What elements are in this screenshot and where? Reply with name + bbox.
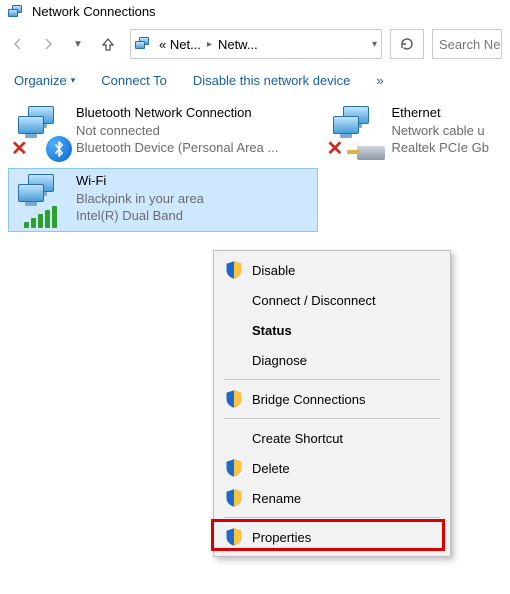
disable-device-button[interactable]: Disable this network device [193,73,351,88]
nav-forward-button[interactable] [34,30,62,58]
menu-separator [224,418,440,419]
organize-menu[interactable]: Organize ▾ [14,73,75,88]
nav-up-button[interactable] [94,30,122,58]
connection-item-ethernet[interactable]: ✕ Ethernet Network cable u Realtek PCIe … [323,100,502,164]
menu-delete[interactable]: Delete [216,453,448,483]
menu-bridge-connections[interactable]: Bridge Connections [216,384,448,414]
shield-icon [224,261,244,279]
menu-separator [224,379,440,380]
shield-icon [224,459,244,477]
address-bar[interactable]: « Net... ▸ Netw... ▾ [130,29,382,59]
chevron-down-icon[interactable]: ▾ [372,39,377,50]
command-bar: Organize ▾ Connect To Disable this netwo… [0,67,510,96]
menu-create-shortcut[interactable]: Create Shortcut [216,423,448,453]
connection-item-bluetooth[interactable]: ✕ Bluetooth Network Connection Not conne… [8,100,315,164]
menu-status[interactable]: Status [216,315,448,345]
navbar: ▼ « Net... ▸ Netw... ▾ Search Ne [0,21,510,67]
ethernet-plug-icon [357,146,385,160]
shield-icon [224,390,244,408]
window-title: Network Connections [32,4,156,19]
menu-diagnose[interactable]: Diagnose [216,345,448,375]
connection-name: Bluetooth Network Connection [76,104,278,122]
context-menu: Disable Connect / Disconnect Status Diag… [213,250,451,557]
connect-to-button[interactable]: Connect To [101,73,167,88]
address-icon [135,37,153,51]
connection-status: Not connected [76,122,278,140]
network-connections-icon [8,5,26,19]
nav-recent-button[interactable]: ▼ [64,30,92,58]
ethernet-network-icon: ✕ [329,104,385,160]
connection-device: Intel(R) Dual Band [76,207,204,225]
shield-icon [224,528,244,546]
connection-name: Wi-Fi [76,172,204,190]
connection-name: Ethernet [391,104,489,122]
connection-status: Network cable u [391,122,489,140]
chevron-down-icon: ▾ [71,75,76,86]
menu-separator [224,517,440,518]
refresh-button[interactable] [390,29,424,59]
breadcrumb-segment[interactable]: « Net... [155,37,205,52]
disconnected-x-icon: ✕ [11,136,28,161]
connection-status: Blackpink in your area [76,190,204,208]
breadcrumb-segment[interactable]: Netw... [214,37,262,52]
bluetooth-icon [46,136,72,162]
wifi-network-icon [14,172,70,228]
chevron-right-icon[interactable]: ▸ [207,39,212,50]
titlebar: Network Connections [0,0,510,21]
menu-disable[interactable]: Disable [216,255,448,285]
nav-back-button[interactable] [4,30,32,58]
menu-properties[interactable]: Properties [216,522,448,552]
disconnected-x-icon: ✕ [326,136,343,161]
menu-connect-disconnect[interactable]: Connect / Disconnect [216,285,448,315]
wifi-signal-icon [24,206,57,228]
connection-item-wifi[interactable]: Wi-Fi Blackpink in your area Intel(R) Du… [8,168,318,232]
search-placeholder: Search Ne [439,37,500,52]
bluetooth-network-icon: ✕ [14,104,70,160]
search-input[interactable]: Search Ne [432,29,502,59]
shield-icon [224,489,244,507]
connection-device: Bluetooth Device (Personal Area ... [76,139,278,157]
overflow-button[interactable]: » [376,73,383,88]
menu-rename[interactable]: Rename [216,483,448,513]
content-area: ✕ Bluetooth Network Connection Not conne… [0,96,510,236]
connection-device: Realtek PCIe Gb [391,139,489,157]
